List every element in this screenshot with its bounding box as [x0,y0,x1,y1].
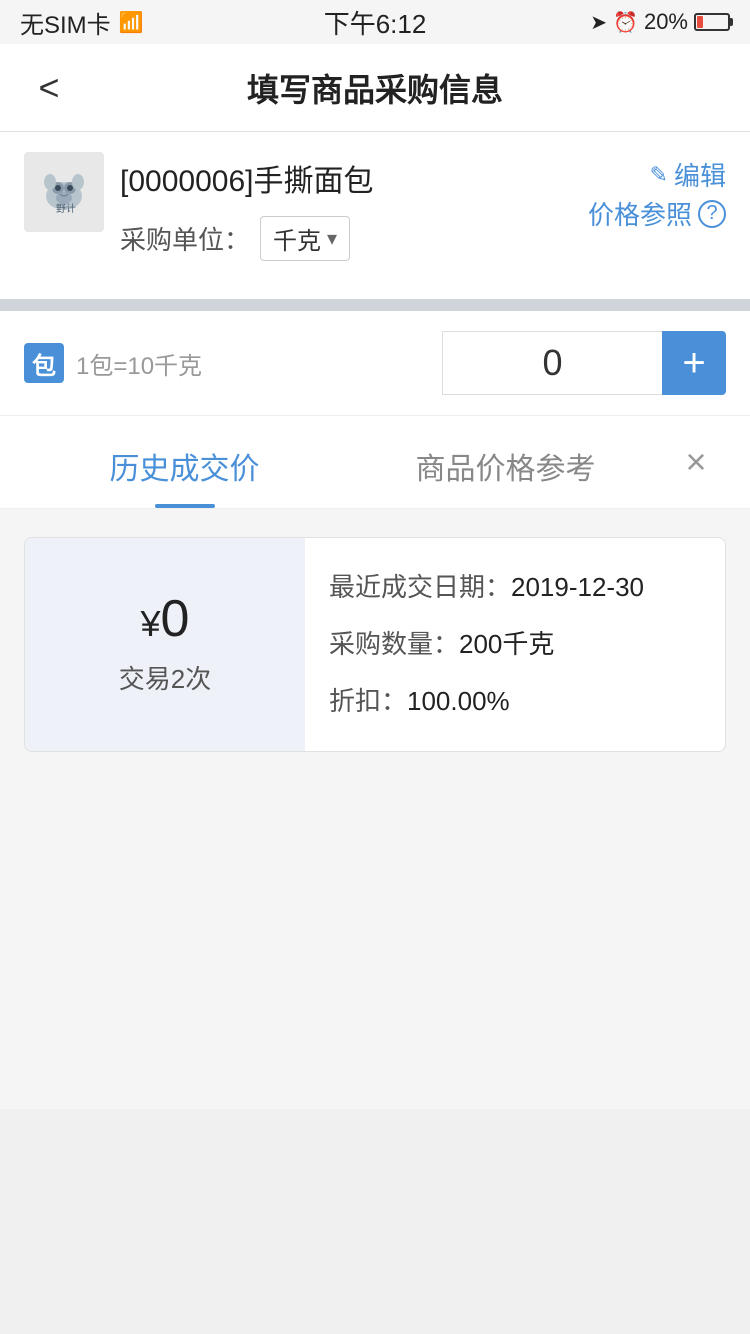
quantity-left: 包 1包=10千克 [24,343,202,383]
page-title: 填写商品采购信息 [247,65,503,111]
unit-box-label: 包 [32,346,56,381]
quantity-input-group: + [442,331,726,395]
price-card-section: ¥0 交易2次 最近成交日期：2019-12-30 采购数量：200千克 折扣：… [0,509,750,780]
plus-icon: + [682,341,705,386]
price-card: ¥0 交易2次 最近成交日期：2019-12-30 采购数量：200千克 折扣：… [24,537,726,752]
status-bar: 无SIM卡 📶 下午6:12 ➤ ⏰ 20% [0,0,750,44]
unit-label: 采购单位： [120,220,250,257]
close-icon: × [685,441,706,483]
date-label: 最近成交日期： [329,572,511,602]
price-card-left: ¥0 交易2次 [25,538,305,751]
product-info: [0000006]手撕面包 采购单位： 千克 ▾ [120,152,373,261]
section-divider [0,299,750,311]
edit-button[interactable]: ✎ 编辑 [650,152,726,193]
price-ref-label: 价格参照 [588,195,692,232]
tab-price-ref-label: 商品价格参考 [416,453,596,486]
tabs-close-button[interactable]: × [666,432,726,492]
back-arrow-icon: < [38,70,59,106]
back-button[interactable]: < [24,63,74,113]
price-card-right: 最近成交日期：2019-12-30 采购数量：200千克 折扣：100.00% [305,538,725,751]
edit-label: 编辑 [674,156,726,193]
status-right: ➤ ⏰ 20% [590,9,730,35]
unit-value: 千克 [273,221,321,256]
edit-icon: ✎ [650,162,668,188]
wifi-icon: 📶 [119,10,144,35]
product-unit-row: 采购单位： 千克 ▾ [120,216,373,261]
currency-symbol: ¥ [141,603,161,644]
unit-select[interactable]: 千克 ▾ [260,216,350,261]
product-left: 野计 [0000006]手撕面包 采购单位： 千克 ▾ [24,152,373,261]
price-detail-quantity: 采购数量：200千克 [329,625,701,664]
product-name: [0000006]手撕面包 [120,152,373,200]
price-reference-button[interactable]: 价格参照 ? [588,195,726,232]
tab-price-reference[interactable]: 商品价格参考 [345,416,666,508]
price-value: 0 [161,590,190,648]
help-icon: ? [698,200,726,228]
battery-icon [694,13,730,31]
quantity-section: 包 1包=10千克 + [0,311,750,416]
quantity-plus-button[interactable]: + [662,331,726,395]
location-icon: ➤ [590,10,607,35]
tabs-header: 历史成交价 商品价格参考 × [0,416,750,509]
quantity-conversion: 1包=10千克 [76,346,202,381]
tab-history-price[interactable]: 历史成交价 [24,416,345,508]
quantity-value: 200千克 [459,629,554,659]
carrier-text: 无SIM卡 [20,5,111,40]
unit-box: 包 [24,343,64,383]
nav-bar: < 填写商品采购信息 [0,44,750,132]
product-thumbnail: 野计 [24,152,104,232]
discount-value: 100.00% [407,686,510,716]
product-header: 野计 [0000006]手撕面包 采购单位： 千克 ▾ ✎ 编辑 [24,152,726,261]
price-detail-date: 最近成交日期：2019-12-30 [329,568,701,607]
tab-history-label: 历史成交价 [110,453,260,486]
date-value: 2019-12-30 [511,572,644,602]
status-carrier: 无SIM卡 📶 [20,5,144,40]
tabs-section: 历史成交价 商品价格参考 × [0,416,750,509]
discount-label: 折扣： [329,686,407,716]
price-detail-discount: 折扣：100.00% [329,682,701,721]
product-section: 野计 [0000006]手撕面包 采购单位： 千克 ▾ ✎ 编辑 [0,132,750,299]
price-amount: ¥0 [141,593,190,645]
price-trades: 交易2次 [119,659,211,696]
svg-text:野计: 野计 [56,202,76,215]
main-content: ¥0 交易2次 最近成交日期：2019-12-30 采购数量：200千克 折扣：… [0,509,750,1109]
alarm-icon: ⏰ [613,10,638,35]
battery-percent: 20% [644,9,688,35]
quantity-label: 采购数量： [329,629,459,659]
quantity-input[interactable] [442,331,662,395]
chevron-down-icon: ▾ [327,226,337,251]
status-time: 下午6:12 [324,4,427,41]
